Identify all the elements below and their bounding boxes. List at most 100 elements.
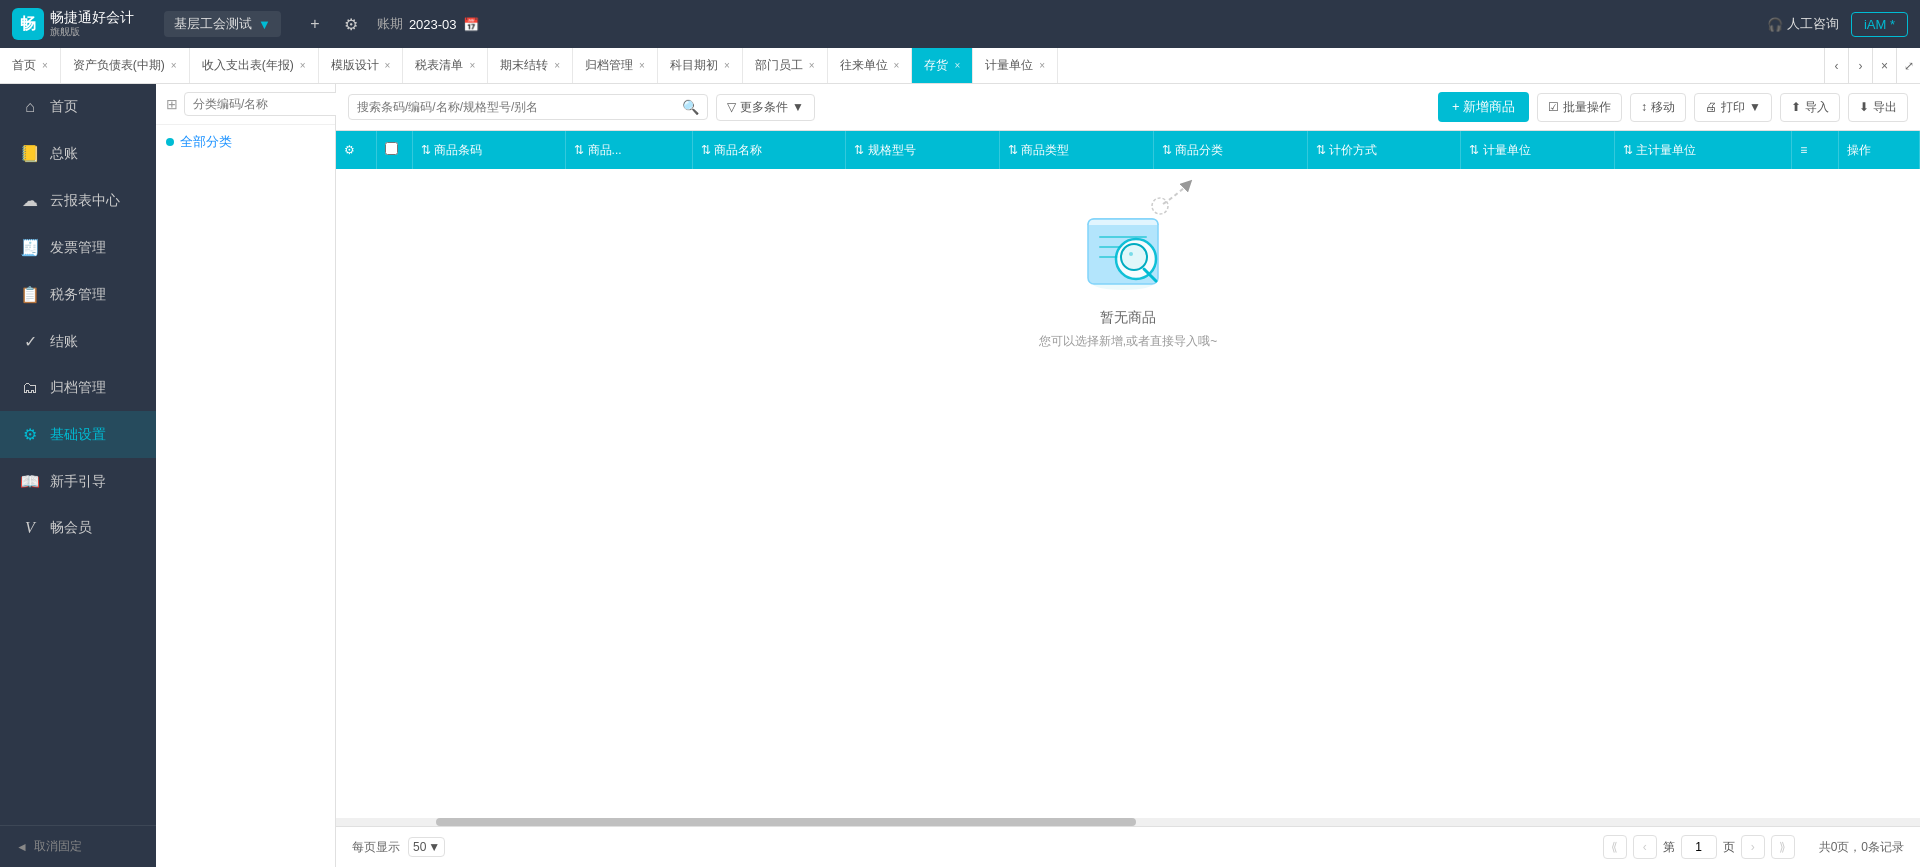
col-header-spec[interactable]: ⇅ 规格型号 [846,131,1000,169]
move-button[interactable]: ↕ 移动 [1630,93,1686,122]
tab-nav-left[interactable]: ‹ [1824,48,1848,84]
print-button[interactable]: 🖨 打印 ▼ [1694,93,1772,122]
tab-tax-label: 税表清单 [415,57,463,74]
add-product-button[interactable]: + 新增商品 [1438,92,1529,122]
tab-fullscreen[interactable]: ⤢ [1896,48,1920,84]
horizontal-scrollbar[interactable] [336,818,1920,826]
tab-unit-close[interactable]: × [1039,61,1045,71]
sidebar-item-tax[interactable]: 📋 税务管理 [0,271,156,318]
sidebar-item-reports[interactable]: ☁ 云报表中心 [0,177,156,224]
account-button[interactable]: iAM * [1851,12,1908,37]
col-header-barcode[interactable]: ⇅ 商品条码 [412,131,566,169]
sidebar-item-ledger[interactable]: 📒 总账 [0,130,156,177]
period-calendar-icon[interactable]: 📅 [463,17,479,32]
sidebar-guide-label: 新手引导 [50,473,106,491]
tab-subject[interactable]: 科目期初 × [658,48,743,83]
tab-nav-right[interactable]: › [1848,48,1872,84]
tab-period-end-close[interactable]: × [554,61,560,71]
tab-dept-close[interactable]: × [809,61,815,71]
tab-inventory[interactable]: 存货 × [912,48,973,83]
col-action-label: 操作 [1847,143,1871,157]
all-category-item[interactable]: 全部分类 [156,125,335,159]
col-unit-label: 计量单位 [1483,143,1531,157]
col-header-extra[interactable]: ≡ [1792,131,1839,169]
reports-icon: ☁ [20,191,40,210]
tab-tax-close[interactable]: × [469,61,475,71]
scrollbar-thumb[interactable] [436,818,1136,826]
period-label: 账期 [377,15,403,33]
export-button[interactable]: ⬇ 导出 [1848,93,1908,122]
tab-tax[interactable]: 税表清单 × [403,48,488,83]
prev-page-button[interactable]: ‹ [1633,835,1657,859]
tab-archive-close[interactable]: × [639,61,645,71]
guide-icon: 📖 [20,472,40,491]
sidebar-archive-label: 归档管理 [50,379,106,397]
last-page-button[interactable]: ⟫ [1771,835,1795,859]
sidebar-item-invoice[interactable]: 🧾 发票管理 [0,224,156,271]
page-number-input[interactable] [1681,835,1717,859]
print-icon: 🖨 [1705,100,1717,114]
tab-home[interactable]: 首页 × [0,48,61,83]
workspace-selector[interactable]: 基层工会测试 ▼ [164,11,281,37]
sidebar-item-settings[interactable]: ⚙ 基础设置 [0,411,156,458]
tab-inventory-close[interactable]: × [954,61,960,71]
filter-button[interactable]: ▽ 更多条件 ▼ [716,94,815,121]
consulting-button[interactable]: 🎧 人工咨询 [1767,15,1839,33]
sidebar-item-archive[interactable]: 🗂 归档管理 [0,365,156,411]
tab-home-close[interactable]: × [42,61,48,71]
col-header-unit[interactable]: ⇅ 计量单位 [1461,131,1615,169]
col-header-name[interactable]: ⇅ 商品名称 [692,131,846,169]
tab-archive[interactable]: 归档管理 × [573,48,658,83]
sidebar-item-settlement[interactable]: ✓ 结账 [0,318,156,365]
tab-template-label: 模版设计 [331,57,379,74]
tab-income-close[interactable]: × [300,61,306,71]
select-all-checkbox[interactable] [385,142,398,155]
tab-period-end[interactable]: 期末结转 × [488,48,573,83]
col-main-unit-label: 主计量单位 [1636,143,1696,157]
sidebar: ⌂ 首页 📒 总账 ☁ 云报表中心 🧾 发票管理 📋 税务管理 ✓ 结账 🗂 归… [0,84,156,867]
col-header-settings[interactable]: ⚙ [336,131,376,169]
col-header-pricing[interactable]: ⇅ 计价方式 [1307,131,1461,169]
sidebar-item-member[interactable]: V 畅会员 [0,505,156,551]
period-info: 账期 2023-03 📅 [377,15,479,33]
next-page-button[interactable]: › [1741,835,1765,859]
col-header-main-unit[interactable]: ⇅ 主计量单位 [1615,131,1792,169]
print-arrow-icon: ▼ [1749,100,1761,114]
first-page-button[interactable]: ⟪ [1603,835,1627,859]
tab-template-close[interactable]: × [385,61,391,71]
tab-contacts-close[interactable]: × [894,61,900,71]
sidebar-settings-label: 基础设置 [50,426,106,444]
col-header-type[interactable]: ⇅ 商品类型 [1000,131,1154,169]
header-right: 🎧 人工咨询 iAM * [1767,12,1908,37]
tab-income[interactable]: 收入支出表(年报) × [190,48,319,83]
batch-operation-button[interactable]: ☑ 批量操作 [1537,93,1622,122]
main-layout: ⌂ 首页 📒 总账 ☁ 云报表中心 🧾 发票管理 📋 税务管理 ✓ 结账 🗂 归… [0,84,1920,867]
category-search-input[interactable] [184,92,352,116]
tab-unit[interactable]: 计量单位 × [973,48,1058,83]
col-code-label: 商品... [588,143,622,157]
main-search-box[interactable]: 🔍 [348,94,708,120]
tab-dept[interactable]: 部门员工 × [743,48,828,83]
sidebar-item-guide[interactable]: 📖 新手引导 [0,458,156,505]
settings-icon-btn[interactable]: ⚙ [337,10,365,38]
page-size-select[interactable]: 50 ▼ [408,837,445,857]
empty-state: 暂无商品 您可以选择新增,或者直接导入哦~ [336,169,1920,390]
add-button[interactable]: + [301,10,329,38]
empty-illustration [1048,169,1208,309]
tab-template[interactable]: 模版设计 × [319,48,404,83]
tab-subject-close[interactable]: × [724,61,730,71]
main-search-icon[interactable]: 🔍 [682,99,699,115]
col-header-code[interactable]: ⇅ 商品... [566,131,692,169]
tab-close-all[interactable]: × [1872,48,1896,84]
sidebar-item-home[interactable]: ⌂ 首页 [0,84,156,130]
col-header-category[interactable]: ⇅ 商品分类 [1153,131,1307,169]
tab-balance-sheet[interactable]: 资产负债表(中期) × [61,48,190,83]
tab-balance-sheet-close[interactable]: × [171,61,177,71]
unpin-button[interactable]: ◄ 取消固定 [0,825,156,867]
col-header-checkbox[interactable] [376,131,412,169]
import-button[interactable]: ⬆ 导入 [1780,93,1840,122]
sidebar-member-label: 畅会员 [50,519,92,537]
empty-sub-text: 您可以选择新增,或者直接导入哦~ [1039,333,1217,350]
main-search-input[interactable] [357,100,678,114]
tab-contacts[interactable]: 往来单位 × [828,48,913,83]
